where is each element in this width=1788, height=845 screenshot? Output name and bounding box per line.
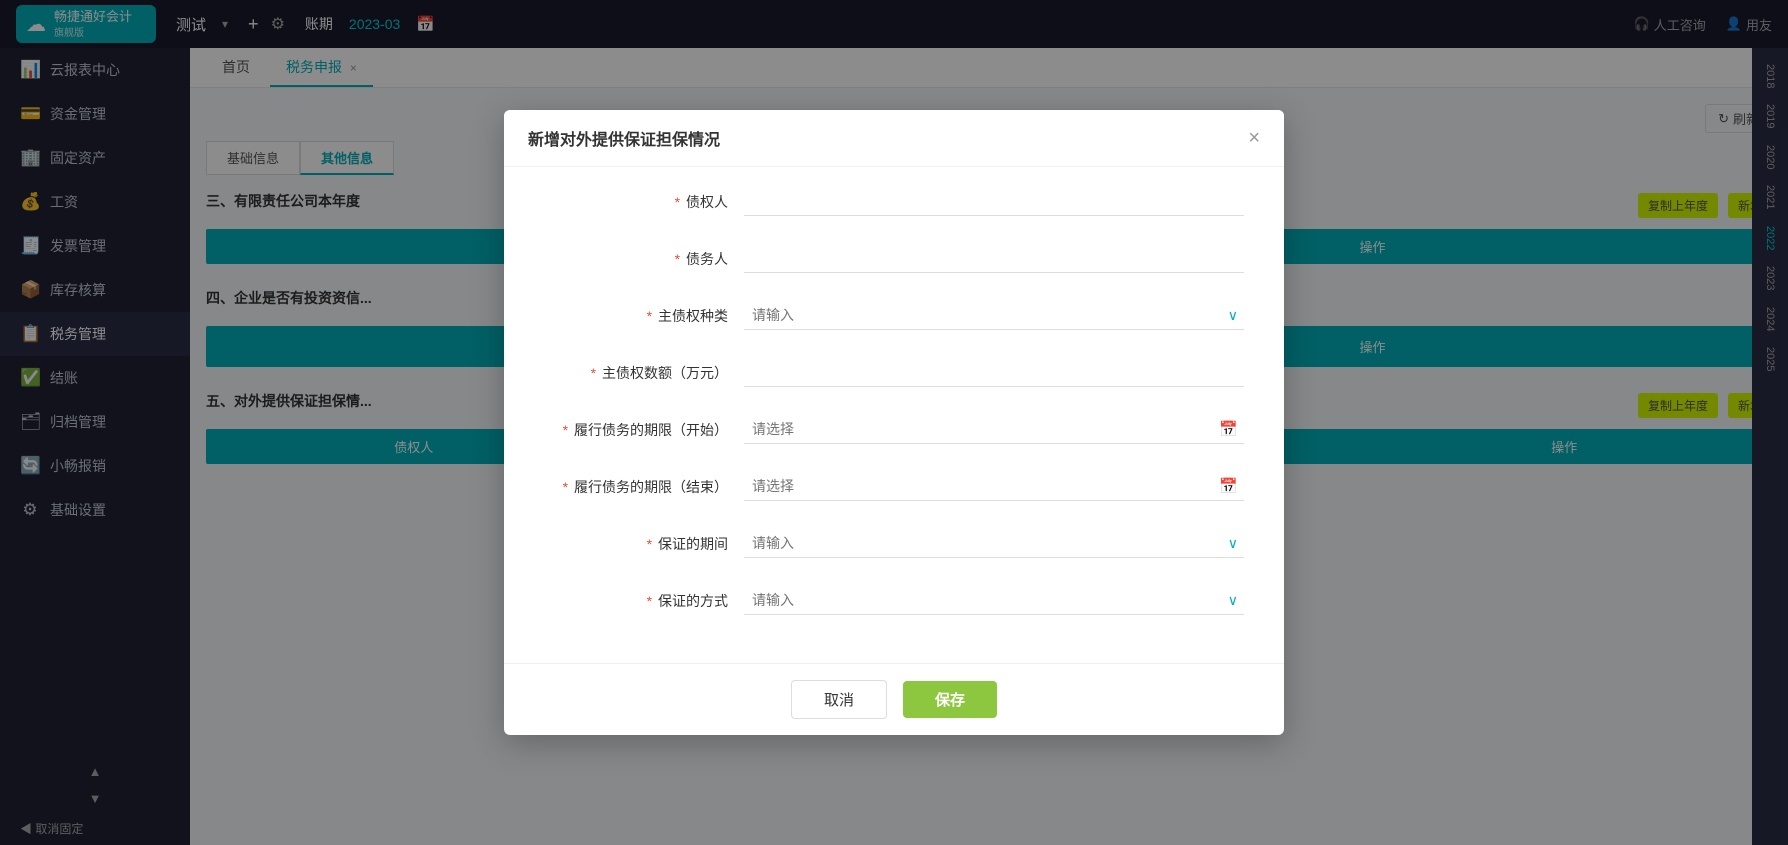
period-start-label: * 履行债务的期限（开始） <box>544 420 744 440</box>
claim-type-input[interactable] <box>744 301 1228 329</box>
form-row-debtor: * 债务人 <box>544 244 1244 273</box>
period-end-cal-icon[interactable]: 📅 <box>1219 477 1238 495</box>
period-end-label: * 履行债务的期限（结束） <box>544 477 744 497</box>
claim-type-arrow-icon[interactable]: ∨ <box>1228 307 1238 324</box>
guarantee-period-input[interactable] <box>744 529 1228 557</box>
modal-body: * 债权人 * 债务人 * 主债权种类 <box>504 167 1284 663</box>
modal-header: 新增对外提供保证担保情况 × <box>504 110 1284 167</box>
modal-title: 新增对外提供保证担保情况 <box>528 126 720 150</box>
modal-footer: 取消 保存 <box>504 663 1284 735</box>
cancel-button[interactable]: 取消 <box>791 680 887 719</box>
form-row-claim-amount: * 主债权数额（万元） <box>544 358 1244 387</box>
form-row-guarantee-method: * 保证的方式 ∨ <box>544 586 1244 615</box>
guarantee-method-arrow-icon[interactable]: ∨ <box>1228 592 1238 609</box>
form-row-guarantee-period: * 保证的期间 ∨ <box>544 529 1244 558</box>
period-start-cal-icon[interactable]: 📅 <box>1219 420 1238 438</box>
guarantee-method-label: * 保证的方式 <box>544 591 744 611</box>
period-end-input[interactable] <box>744 472 1219 500</box>
debtor-label: * 债务人 <box>544 249 744 269</box>
modal-overlay: 新增对外提供保证担保情况 × * 债权人 * 债务人 <box>0 0 1788 845</box>
claim-amount-label: * 主债权数额（万元） <box>544 363 744 383</box>
claim-type-label: * 主债权种类 <box>544 306 744 326</box>
period-start-date-wrapper: 📅 <box>744 415 1244 444</box>
guarantee-period-arrow-icon[interactable]: ∨ <box>1228 535 1238 552</box>
form-row-period-end: * 履行债务的期限（结束） 📅 <box>544 472 1244 501</box>
guarantee-method-select-wrapper: ∨ <box>744 586 1244 615</box>
claim-type-select-wrapper: ∨ <box>744 301 1244 330</box>
claim-amount-input[interactable] <box>744 358 1244 387</box>
period-start-input[interactable] <box>744 415 1219 443</box>
form-row-claim-type: * 主债权种类 ∨ <box>544 301 1244 330</box>
form-row-period-start: * 履行债务的期限（开始） 📅 <box>544 415 1244 444</box>
guarantee-method-input[interactable] <box>744 586 1228 614</box>
period-end-date-wrapper: 📅 <box>744 472 1244 501</box>
modal-add-guarantee: 新增对外提供保证担保情况 × * 债权人 * 债务人 <box>504 110 1284 735</box>
guarantee-period-select-wrapper: ∨ <box>744 529 1244 558</box>
creditor-input[interactable] <box>744 187 1244 216</box>
guarantee-period-label: * 保证的期间 <box>544 534 744 554</box>
debtor-input[interactable] <box>744 244 1244 273</box>
creditor-label: * 债权人 <box>544 192 744 212</box>
save-button[interactable]: 保存 <box>903 681 997 718</box>
form-row-creditor: * 债权人 <box>544 187 1244 216</box>
modal-close-button[interactable]: × <box>1248 127 1260 150</box>
